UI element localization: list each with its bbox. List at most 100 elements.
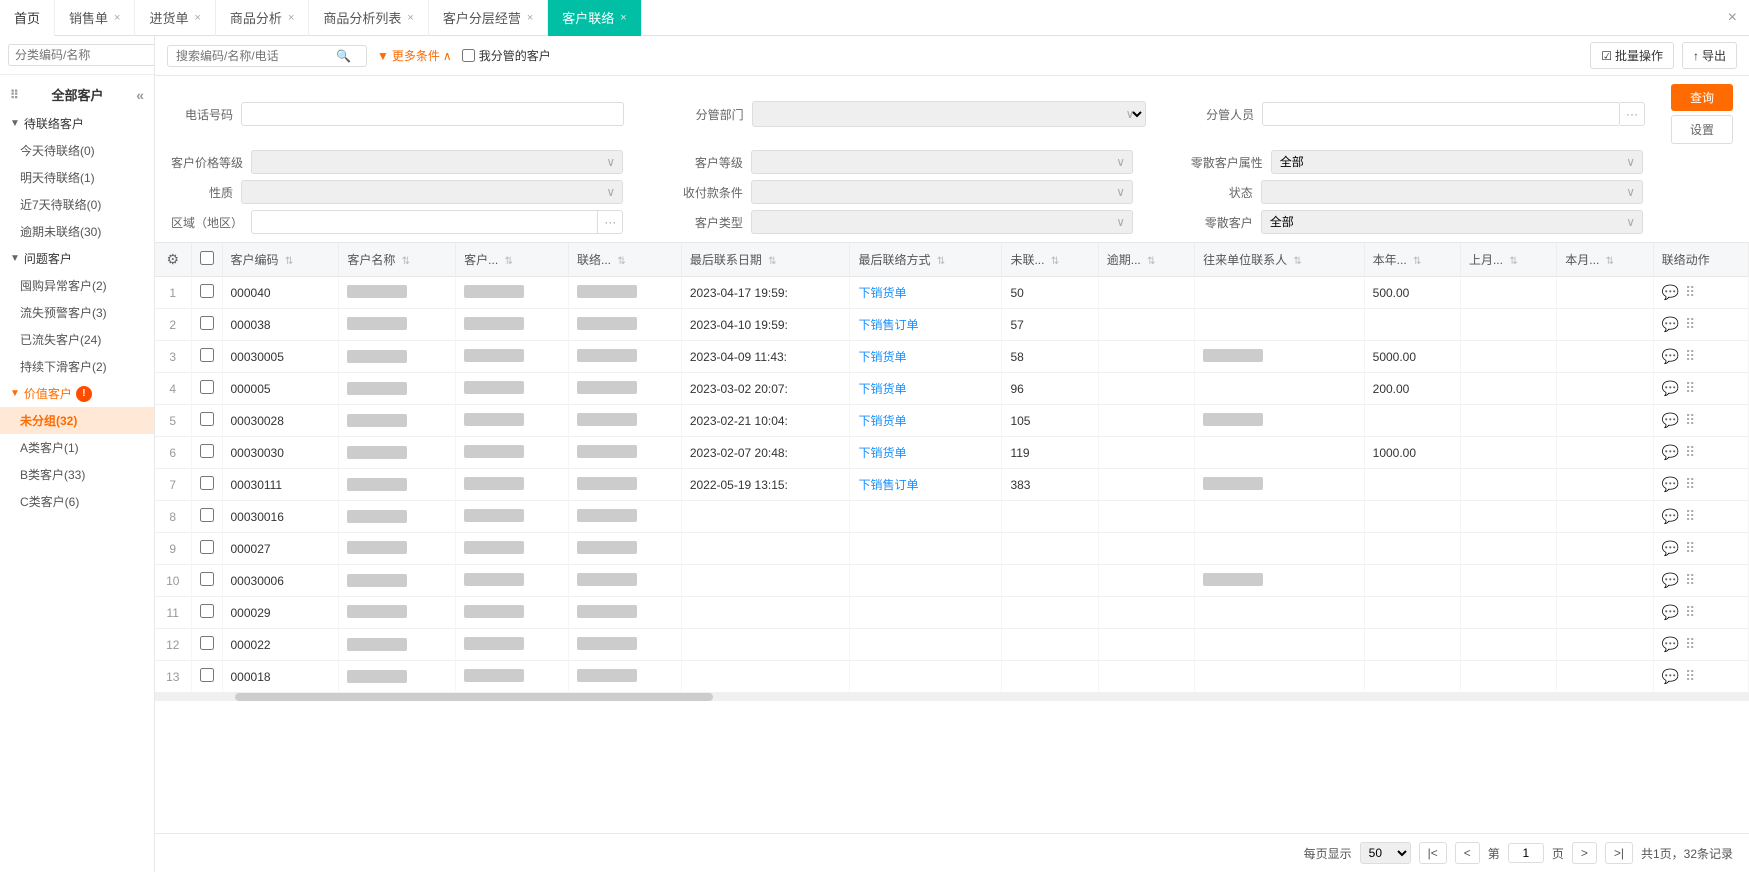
search-input[interactable] (176, 49, 336, 63)
page-size-select[interactable]: 50 20 100 (1360, 842, 1411, 864)
sidebar-item-today-pending[interactable]: 今天待联络(0) (0, 137, 154, 164)
more-conditions-btn[interactable]: ▼ 更多条件 ∧ (377, 47, 452, 64)
sidebar-item-7days-pending[interactable]: 近7天待联络(0) (0, 191, 154, 218)
sort-icon[interactable]: ⇅ (1509, 256, 1517, 267)
sort-icon[interactable]: ⇅ (1147, 256, 1155, 267)
last-page-btn[interactable]: >| (1605, 842, 1633, 864)
prev-page-btn[interactable]: < (1455, 842, 1480, 864)
sort-icon[interactable]: ⇅ (505, 256, 513, 267)
select-all-checkbox[interactable] (200, 251, 214, 265)
scrollbar-thumb[interactable] (235, 693, 713, 701)
contact-method-link[interactable]: 下销货单 (858, 382, 906, 396)
sidebar-item-unclassified[interactable]: 未分组(32) (0, 407, 154, 434)
sort-icon[interactable]: ⇅ (402, 256, 410, 267)
row-checkbox[interactable] (200, 444, 214, 458)
close-sales-tab[interactable]: × (114, 12, 120, 24)
customer-level-select[interactable] (751, 150, 1133, 174)
contact-method-link[interactable]: 下销售订单 (858, 318, 918, 332)
row-checkbox[interactable] (200, 316, 214, 330)
row-checkbox[interactable] (200, 476, 214, 490)
grid-action-icon[interactable]: ⠿ (1685, 284, 1695, 301)
close-product-analysis-list-tab[interactable]: × (407, 12, 413, 24)
group-pending-contact[interactable]: ▼ 待联络客户 (0, 110, 154, 137)
close-purchase-tab[interactable]: × (194, 12, 200, 24)
collapse-icon[interactable]: « (136, 87, 144, 103)
row-checkbox[interactable] (200, 412, 214, 426)
grid-action-icon[interactable]: ⠿ (1685, 540, 1695, 557)
grid-action-icon[interactable]: ⠿ (1685, 636, 1695, 653)
grid-action-icon[interactable]: ⠿ (1685, 412, 1695, 429)
staff-input[interactable] (1262, 102, 1620, 126)
row-checkbox[interactable] (200, 380, 214, 394)
group-problem-customers[interactable]: ▼ 问题客户 (0, 245, 154, 272)
contact-method-link[interactable]: 下销货单 (858, 286, 906, 300)
settings-icon[interactable]: ⚙ (166, 251, 179, 267)
dept-select[interactable] (752, 101, 1146, 127)
phone-input[interactable] (241, 102, 624, 126)
contact-method-link[interactable]: 下销货单 (858, 446, 906, 460)
sidebar-item-declining[interactable]: 持续下滑客户(2) (0, 353, 154, 380)
sidebar-item-hoarding[interactable]: 囤购异常客户(2) (0, 272, 154, 299)
sidebar-item-overdue-pending[interactable]: 逾期未联络(30) (0, 218, 154, 245)
staff-more-btn[interactable]: ··· (1620, 102, 1645, 126)
price-level-select[interactable] (251, 150, 623, 174)
chat-icon[interactable]: 💬 (1662, 476, 1679, 493)
close-customer-contact-tab[interactable]: × (620, 12, 626, 24)
close-all-tabs[interactable]: × (1716, 9, 1749, 27)
row-checkbox[interactable] (200, 284, 214, 298)
batch-ops-button[interactable]: ☑ 批量操作 (1590, 42, 1674, 69)
row-checkbox[interactable] (200, 508, 214, 522)
retail-customer-select[interactable]: 全部 (1261, 210, 1643, 234)
sidebar-item-churn-warning[interactable]: 流失预警客户(3) (0, 299, 154, 326)
grid-action-icon[interactable]: ⠿ (1685, 348, 1695, 365)
sidebar-item-class-b[interactable]: B类客户(33) (0, 461, 154, 488)
sort-icon[interactable]: ⇅ (1606, 256, 1614, 267)
customer-type-select[interactable] (751, 210, 1133, 234)
grid-action-icon[interactable]: ⠿ (1685, 668, 1695, 685)
sort-icon[interactable]: ⇅ (1293, 256, 1301, 267)
search-icon[interactable]: 🔍 (336, 49, 351, 63)
grid-action-icon[interactable]: ⠿ (1685, 476, 1695, 493)
tab-sales[interactable]: 销售单 × (55, 0, 135, 36)
page-number-input[interactable] (1508, 843, 1544, 863)
chat-icon[interactable]: 💬 (1662, 636, 1679, 653)
chat-icon[interactable]: 💬 (1662, 284, 1679, 301)
chat-icon[interactable]: 💬 (1662, 508, 1679, 525)
close-product-analysis-tab[interactable]: × (288, 12, 294, 24)
contact-method-link[interactable]: 下销货单 (858, 414, 906, 428)
sort-icon[interactable]: ⇅ (285, 256, 293, 267)
sort-icon[interactable]: ⇅ (937, 256, 945, 267)
tab-customer-segment[interactable]: 客户分层经营 × (429, 0, 548, 36)
query-button[interactable]: 查询 (1671, 84, 1733, 111)
tab-product-analysis-list[interactable]: 商品分析列表 × (309, 0, 428, 36)
row-checkbox[interactable] (200, 604, 214, 618)
chat-icon[interactable]: 💬 (1662, 380, 1679, 397)
all-customers-header[interactable]: ⠿ 全部客户 « (0, 79, 154, 110)
sidebar-item-class-a[interactable]: A类客户(1) (0, 434, 154, 461)
sort-icon[interactable]: ⇅ (617, 256, 625, 267)
row-checkbox[interactable] (200, 572, 214, 586)
chat-icon[interactable]: 💬 (1662, 412, 1679, 429)
export-button[interactable]: ↑ 导出 (1682, 42, 1737, 69)
sort-icon[interactable]: ⇅ (1413, 256, 1421, 267)
close-customer-segment-tab[interactable]: × (527, 12, 533, 24)
sidebar-search-input[interactable] (8, 44, 155, 66)
grid-action-icon[interactable]: ⠿ (1685, 316, 1695, 333)
my-customers-checkbox[interactable] (462, 49, 475, 62)
row-checkbox[interactable] (200, 668, 214, 682)
grid-action-icon[interactable]: ⠿ (1685, 508, 1695, 525)
payment-select[interactable] (751, 180, 1133, 204)
group-value-customers[interactable]: ▼ 价值客户 ! (0, 380, 154, 407)
grid-action-icon[interactable]: ⠿ (1685, 572, 1695, 589)
region-input[interactable] (251, 210, 598, 234)
contact-method-link[interactable]: 下销货单 (858, 350, 906, 364)
retail-attr-select[interactable]: 全部 (1271, 150, 1643, 174)
tab-customer-contact[interactable]: 客户联络 × (548, 0, 641, 36)
chat-icon[interactable]: 💬 (1662, 572, 1679, 589)
chat-icon[interactable]: 💬 (1662, 604, 1679, 621)
tab-product-analysis[interactable]: 商品分析 × (216, 0, 309, 36)
grid-action-icon[interactable]: ⠿ (1685, 444, 1695, 461)
contact-method-link[interactable]: 下销售订单 (858, 478, 918, 492)
row-checkbox[interactable] (200, 636, 214, 650)
sidebar-item-churned[interactable]: 已流失客户(24) (0, 326, 154, 353)
